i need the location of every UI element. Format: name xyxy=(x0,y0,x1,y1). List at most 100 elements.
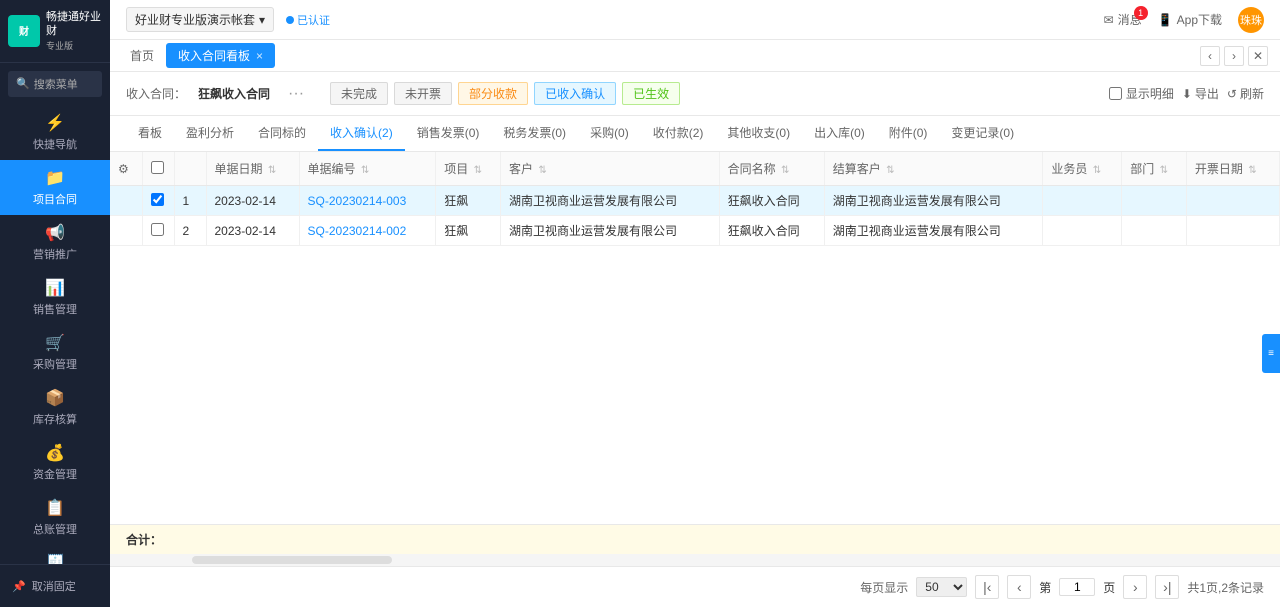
next-page-button[interactable]: › xyxy=(1123,575,1147,599)
status-btn-incomplete[interactable]: 未完成 xyxy=(330,82,388,105)
detail-checkbox[interactable] xyxy=(1109,87,1122,100)
status-btn-partial[interactable]: 部分收款 xyxy=(458,82,528,105)
home-tab[interactable]: 首页 xyxy=(122,43,162,68)
table-row[interactable]: 2 2023-02-14 SQ-20230214-002 狂飙 湖南卫视商业运营… xyxy=(110,216,1280,246)
sidebar-item-5[interactable]: 📦 库存核算 xyxy=(0,380,110,435)
cell-settings-0 xyxy=(110,186,142,216)
pagination: 每页显示 50 20 100 |‹ ‹ 第 页 › ›| 共1页,2条记录 xyxy=(110,566,1280,607)
app-download-button[interactable]: 📱 App下载 xyxy=(1158,11,1222,28)
th-settlement[interactable]: 结算客户 ⇅ xyxy=(824,152,1043,186)
prev-page-button[interactable]: ‹ xyxy=(1007,575,1031,599)
sidebar-item-7[interactable]: 📋 总账管理 xyxy=(0,490,110,545)
avatar: 珠珠 xyxy=(1238,7,1264,33)
unpin-button[interactable]: 📌 取消固定 xyxy=(8,573,102,599)
sidebar-item-1[interactable]: 📁 项目合同 xyxy=(0,160,110,215)
cell-project-1: 狂飙 xyxy=(436,216,501,246)
th-date[interactable]: 单据日期 ⇅ xyxy=(206,152,299,186)
cell-customer-0: 湖南卫视商业运营发展有限公司 xyxy=(500,186,719,216)
cell-check-1[interactable] xyxy=(142,216,174,246)
row-checkbox-0[interactable] xyxy=(151,193,164,206)
messages-button[interactable]: ✉ 消息 1 xyxy=(1104,11,1142,28)
company-selector[interactable]: 好业财专业版演示帐套 ▾ xyxy=(126,7,274,32)
sort-bill-icon: ⇅ xyxy=(1248,165,1256,176)
table-header: ⚙ 单据日期 ⇅ 单据编号 ⇅ 项目 ⇅ 客户 ⇅ 合同名称 ⇅ 结算客户 ⇅ … xyxy=(110,152,1280,186)
tab-next-button[interactable]: › xyxy=(1224,46,1244,66)
row-checkbox-1[interactable] xyxy=(151,223,164,236)
last-page-button[interactable]: ›| xyxy=(1155,575,1179,599)
sidebar-item-8[interactable]: 🧾 发票管理 xyxy=(0,545,110,564)
th-code[interactable]: 单据编号 ⇅ xyxy=(299,152,436,186)
nav-icon-8: 🧾 xyxy=(45,553,65,564)
sort-dept-icon: ⇅ xyxy=(1160,165,1168,176)
cell-date-1: 2023-02-14 xyxy=(206,216,299,246)
sub-tab-4[interactable]: 销售发票(0) xyxy=(405,116,492,151)
sub-tab-7[interactable]: 收付款(2) xyxy=(641,116,716,151)
cell-settings-1 xyxy=(110,216,142,246)
per-page-select[interactable]: 50 20 100 xyxy=(916,577,967,597)
cell-code-0[interactable]: SQ-20230214-003 xyxy=(299,186,436,216)
dropdown-icon: ▾ xyxy=(259,13,265,27)
status-btn-uninvoiced[interactable]: 未开票 xyxy=(394,82,452,105)
cell-code-1[interactable]: SQ-20230214-002 xyxy=(299,216,436,246)
sub-tab-10[interactable]: 附件(0) xyxy=(877,116,940,151)
app-download-label: App下载 xyxy=(1177,11,1222,28)
logo-icon: 财 xyxy=(8,15,40,47)
tab-close-button[interactable]: ✕ xyxy=(1248,46,1268,66)
table-row[interactable]: 1 2023-02-14 SQ-20230214-003 狂飙 湖南卫视商业运营… xyxy=(110,186,1280,216)
sub-tab-0[interactable]: 看板 xyxy=(126,116,174,151)
tab-navigation: ‹ › ✕ xyxy=(1200,46,1268,66)
sidebar-item-2[interactable]: 📢 营销推广 xyxy=(0,215,110,270)
current-page-tab[interactable]: 收入合同看板 × xyxy=(166,43,275,68)
th-settings[interactable]: ⚙ xyxy=(110,152,142,186)
right-panel-toggle[interactable]: ≡ xyxy=(1262,334,1280,373)
sub-tab-5[interactable]: 税务发票(0) xyxy=(491,116,578,151)
select-all-checkbox[interactable] xyxy=(151,161,164,174)
nav-label-7: 总账管理 xyxy=(33,521,77,537)
cell-salesman-0 xyxy=(1043,186,1122,216)
page-input[interactable] xyxy=(1059,578,1095,596)
cell-check-0[interactable] xyxy=(142,186,174,216)
contract-label: 收入合同： xyxy=(126,85,186,102)
status-btn-effective[interactable]: 已生效 xyxy=(622,82,680,105)
sidebar-item-6[interactable]: 💰 资金管理 xyxy=(0,435,110,490)
sidebar-item-3[interactable]: 📊 销售管理 xyxy=(0,270,110,325)
tab-close-icon[interactable]: × xyxy=(256,49,263,63)
th-customer[interactable]: 客户 ⇅ xyxy=(500,152,719,186)
cell-bill-date-1 xyxy=(1186,216,1279,246)
user-avatar-button[interactable]: 珠珠 xyxy=(1238,7,1264,33)
sub-tab-3[interactable]: 收入确认(2) xyxy=(318,116,405,151)
refresh-label: 刷新 xyxy=(1240,85,1264,102)
content-area: 收入合同： 狂飙收入合同 ··· 未完成 未开票 部分收款 已收入确认 已生效 … xyxy=(110,72,1280,607)
sidebar-item-4[interactable]: 🛒 采购管理 xyxy=(0,325,110,380)
horizontal-scrollbar[interactable] xyxy=(110,554,1280,566)
sub-tab-2[interactable]: 合同标的 xyxy=(246,116,318,151)
sub-tab-11[interactable]: 变更记录(0) xyxy=(939,116,1026,151)
sidebar-item-0[interactable]: ⚡ 快捷导航 xyxy=(0,105,110,160)
th-dept[interactable]: 部门 ⇅ xyxy=(1122,152,1187,186)
th-contract[interactable]: 合同名称 ⇅ xyxy=(719,152,824,186)
sub-tab-1[interactable]: 盈利分析 xyxy=(174,116,246,151)
code-link-0[interactable]: SQ-20230214-003 xyxy=(308,194,407,208)
refresh-button[interactable]: ↺ 刷新 xyxy=(1227,85,1264,102)
first-page-button[interactable]: |‹ xyxy=(975,575,999,599)
sub-tab-9[interactable]: 出入库(0) xyxy=(802,116,877,151)
scroll-thumb[interactable] xyxy=(192,556,392,564)
page-label-post: 页 xyxy=(1103,579,1115,596)
app-name: 畅捷通好业财 xyxy=(46,10,102,39)
search-menu-button[interactable]: 🔍 搜索菜单 xyxy=(8,71,102,97)
code-link-1[interactable]: SQ-20230214-002 xyxy=(308,224,407,238)
export-button[interactable]: ⬇ 导出 xyxy=(1182,85,1219,102)
th-bill-date[interactable]: 开票日期 ⇅ xyxy=(1186,152,1279,186)
search-icon: 🔍 xyxy=(16,77,30,90)
show-detail-checkbox[interactable]: 显示明细 xyxy=(1109,85,1174,102)
th-project[interactable]: 项目 ⇅ xyxy=(436,152,501,186)
cell-project-0: 狂飙 xyxy=(436,186,501,216)
verified-badge: 已认证 xyxy=(286,12,330,28)
th-salesman[interactable]: 业务员 ⇅ xyxy=(1043,152,1122,186)
nav-icon-4: 🛒 xyxy=(45,333,65,353)
sub-tab-6[interactable]: 采购(0) xyxy=(578,116,641,151)
more-button[interactable]: ··· xyxy=(282,85,310,103)
status-btn-confirmed[interactable]: 已收入确认 xyxy=(534,82,616,105)
sub-tab-8[interactable]: 其他收支(0) xyxy=(715,116,802,151)
tab-prev-button[interactable]: ‹ xyxy=(1200,46,1220,66)
